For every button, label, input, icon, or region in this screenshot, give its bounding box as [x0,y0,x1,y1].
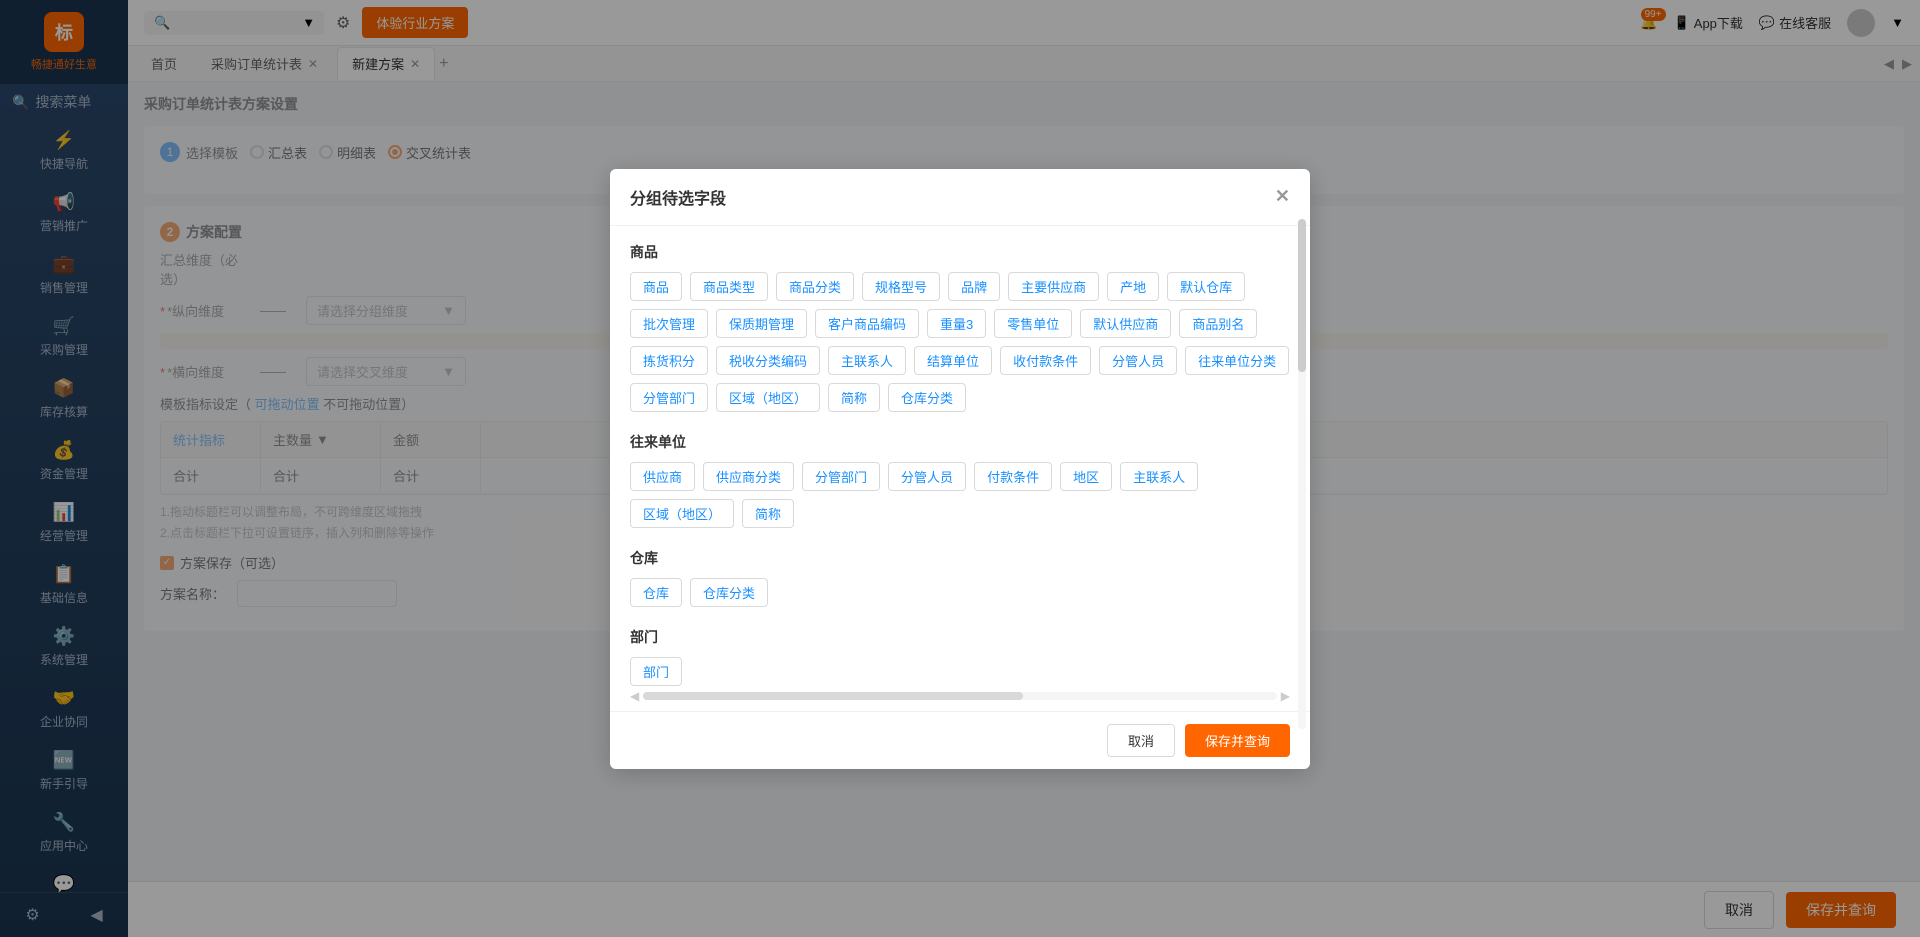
field-tag-cangkufenlei[interactable]: 仓库分类 [888,383,966,412]
scroll-left-arrow[interactable]: ◀ [630,689,639,703]
section-department-title: 部门 [630,627,1290,647]
field-tag-gongyingshangfenlei[interactable]: 供应商分类 [703,462,794,491]
field-tag-zhuyaogongyingshang[interactable]: 主要供应商 [1008,272,1099,301]
field-tag-bumen[interactable]: 部门 [630,657,682,686]
modal-section-goods: 商品 商品 商品类型 商品分类 规格型号 品牌 主要供应商 产地 默认仓库 批次… [630,242,1290,412]
modal-scrollbar-x-track [643,692,1277,700]
field-tag-quyu2[interactable]: 区域（地区） [630,499,734,528]
section-counterpart-title: 往来单位 [630,432,1290,452]
section-goods-title: 商品 [630,242,1290,262]
field-tag-jiancheng2[interactable]: 简称 [742,499,794,528]
modal-cancel-button[interactable]: 取消 [1107,724,1175,757]
modal-header: 分组待选字段 ✕ [610,169,1310,226]
field-tag-fukuantiaojian[interactable]: 付款条件 [974,462,1052,491]
field-grid-warehouse: 仓库 仓库分类 [630,578,1290,607]
field-tag-jiancheng[interactable]: 简称 [828,383,880,412]
field-tag-diqu[interactable]: 地区 [1060,462,1112,491]
modal-section-counterpart: 往来单位 供应商 供应商分类 分管部门 分管人员 付款条件 地区 主联系人 区域… [630,432,1290,528]
modal-overlay: 分组待选字段 ✕ 商品 商品 商品类型 商品分类 规格型号 品牌 主要供应商 产… [0,0,1920,937]
modal-section-department: 部门 部门 [630,627,1290,686]
field-tag-fenguanmenbui2[interactable]: 分管部门 [802,462,880,491]
field-tag-jiesuandanwei[interactable]: 结算单位 [914,346,992,375]
section-warehouse-title: 仓库 [630,548,1290,568]
field-tag-shangpinfenlei[interactable]: 商品分类 [776,272,854,301]
field-tag-quyu[interactable]: 区域（地区） [716,383,820,412]
modal-section-warehouse: 仓库 仓库 仓库分类 [630,548,1290,607]
field-grid-goods: 商品 商品类型 商品分类 规格型号 品牌 主要供应商 产地 默认仓库 批次管理 … [630,272,1290,412]
field-tag-fenguanrenyuan[interactable]: 分管人员 [1099,346,1177,375]
field-tag-baozhibaozhiguanli[interactable]: 保质期管理 [716,309,807,338]
field-tag-guigexinghao[interactable]: 规格型号 [862,272,940,301]
field-tag-cangkufenlei2[interactable]: 仓库分类 [690,578,768,607]
field-tag-fenguanmenbui[interactable]: 分管部门 [630,383,708,412]
modal-confirm-button[interactable]: 保存并查询 [1185,724,1290,757]
field-tag-kehushangpinbianma[interactable]: 客户商品编码 [815,309,919,338]
field-tag-shangpin[interactable]: 商品 [630,272,682,301]
field-tag-morencangku[interactable]: 默认仓库 [1167,272,1245,301]
field-tag-zhongliang3[interactable]: 重量3 [927,309,986,338]
modal-close-icon[interactable]: ✕ [1275,186,1290,207]
field-tag-shofukuantiaojian[interactable]: 收付款条件 [1000,346,1091,375]
field-tag-zhulianxiren2[interactable]: 主联系人 [1120,462,1198,491]
modal-body: 商品 商品 商品类型 商品分类 规格型号 品牌 主要供应商 产地 默认仓库 批次… [610,226,1310,689]
modal-scrollbar-y-thumb[interactable] [1298,219,1306,372]
field-tag-cangku[interactable]: 仓库 [630,578,682,607]
modal-footer: 取消 保存并查询 [610,711,1310,769]
field-tag-shangpinleixing[interactable]: 商品类型 [690,272,768,301]
modal-title: 分组待选字段 [630,185,726,209]
field-tag-piciciguanli[interactable]: 批次管理 [630,309,708,338]
field-tag-zhulisnren[interactable]: 主联系人 [828,346,906,375]
field-tag-pinpai[interactable]: 品牌 [948,272,1000,301]
field-tag-shangpinbiename[interactable]: 商品别名 [1179,309,1257,338]
field-select-modal: 分组待选字段 ✕ 商品 商品 商品类型 商品分类 规格型号 品牌 主要供应商 产… [610,169,1310,769]
field-tag-lingshoudanwei[interactable]: 零售单位 [994,309,1072,338]
modal-scrollbar-y-track [1298,219,1306,729]
modal-scrollbar-x-container: ◀ ▶ [610,689,1310,711]
field-tag-chandi[interactable]: 产地 [1107,272,1159,301]
field-tag-shuishoufenlei[interactable]: 税收分类编码 [716,346,820,375]
field-tag-gongyingshang[interactable]: 供应商 [630,462,695,491]
modal-scrollbar-x-thumb[interactable] [643,692,1023,700]
field-tag-wanglaifenlei[interactable]: 往来单位分类 [1185,346,1289,375]
scroll-right-arrow[interactable]: ▶ [1281,689,1290,703]
field-grid-counterpart: 供应商 供应商分类 分管部门 分管人员 付款条件 地区 主联系人 区域（地区） … [630,462,1290,528]
modal-scrollbar-y-container [1298,219,1306,729]
field-tag-morengongyingshang[interactable]: 默认供应商 [1080,309,1171,338]
field-grid-department: 部门 [630,657,1290,686]
field-tag-jianhuojifen[interactable]: 拣货积分 [630,346,708,375]
field-tag-fenguanrenyuan2[interactable]: 分管人员 [888,462,966,491]
